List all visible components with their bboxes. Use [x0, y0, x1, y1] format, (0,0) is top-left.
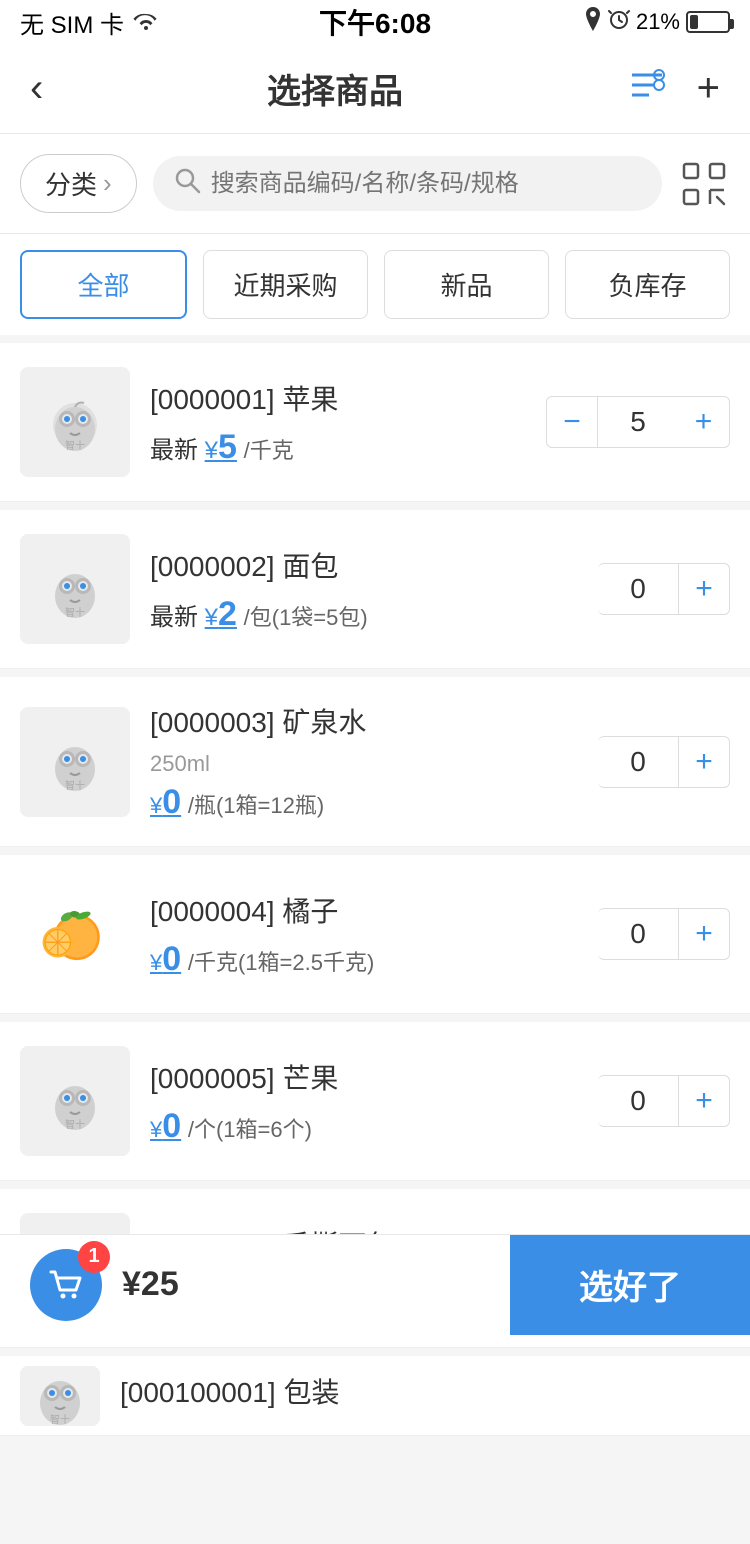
status-bar: 无 SIM 卡 下午6:08 21% [0, 0, 750, 44]
qty-plus-4[interactable]: + [678, 908, 730, 960]
svg-text:智十: 智十 [50, 1413, 70, 1426]
product-thumb-1: 😺 智十 [20, 367, 130, 477]
product-thumb-3: 智十 [20, 707, 130, 817]
qty-input-3[interactable] [598, 736, 678, 788]
product-name-5: [0000005] 芒果 [150, 1057, 578, 1097]
product-info-1: [0000001] 苹果 最新 ¥5 /千克 [150, 378, 526, 467]
svg-text:智十: 智十 [65, 779, 85, 792]
product-item-1: 😺 智十 [0000001] 苹果 最新 ¥5 /千克 [0, 343, 750, 502]
battery-icon [686, 11, 730, 33]
product-item-3: 智十 [0000003] 矿泉水 250ml ¥0 /瓶(1箱=12瓶) + [0, 677, 750, 847]
svg-text:智十: 智十 [65, 1118, 85, 1131]
qty-input-4[interactable] [598, 908, 678, 960]
product-spec-3: 250ml [150, 751, 578, 777]
qty-control-2: + [598, 563, 730, 615]
qty-control-4: + [598, 908, 730, 960]
product-thumb-2: 智十 [20, 534, 130, 644]
filter-tabs: 全部 近期采购 新品 负库存 [0, 234, 750, 343]
nav-bar: ‹ 选择商品 + [0, 44, 750, 134]
search-icon [173, 166, 201, 201]
cart-section: 1 ¥25 [0, 1249, 510, 1321]
battery-percent: 21% [636, 9, 680, 35]
carrier-label: 无 SIM 卡 [20, 5, 124, 40]
qty-plus-1[interactable]: + [678, 396, 730, 448]
qty-control-1: − + [546, 396, 730, 448]
product-item-2: 智十 [0000002] 面包 最新 ¥2 /包(1袋=5包) + [0, 510, 750, 669]
product-price-1: 最新 ¥5 /千克 [150, 428, 526, 467]
product-name-1: [0000001] 苹果 [150, 378, 526, 418]
product-name-3: [0000003] 矿泉水 [150, 701, 578, 741]
qty-control-5: + [598, 1075, 730, 1127]
location-icon [584, 7, 602, 37]
bottom-bar: 1 ¥25 选好了 [0, 1234, 750, 1334]
product-name-7: [000100001] 包装 [120, 1371, 730, 1411]
product-name-2: [0000002] 面包 [150, 545, 578, 585]
product-info-7: [000100001] 包装 [120, 1371, 730, 1421]
tab-all[interactable]: 全部 [20, 250, 187, 319]
cart-icon-wrap[interactable]: 1 [30, 1249, 102, 1321]
svg-text:智十: 智十 [65, 439, 85, 452]
filter-icon[interactable] [627, 65, 667, 112]
category-button[interactable]: 分类 › [20, 154, 137, 213]
search-input[interactable] [211, 170, 642, 198]
confirm-button[interactable]: 选好了 [510, 1235, 750, 1335]
product-info-4: [0000004] 橘子 ¥0 /千克(1箱=2.5千克) [150, 890, 578, 979]
product-item-7: 智十 [000100001] 包装 [0, 1356, 750, 1436]
product-thumb-7: 智十 [20, 1366, 100, 1426]
cart-total: ¥25 [122, 1265, 179, 1304]
search-input-wrap[interactable] [153, 156, 662, 211]
add-icon[interactable]: + [697, 66, 720, 111]
product-info-5: [0000005] 芒果 ¥0 /个(1箱=6个) [150, 1057, 578, 1146]
wifi-icon [132, 8, 160, 37]
product-info-3: [0000003] 矿泉水 250ml ¥0 /瓶(1箱=12瓶) [150, 701, 578, 822]
cart-badge: 1 [78, 1241, 110, 1273]
product-item-4: [0000004] 橘子 ¥0 /千克(1箱=2.5千克) + [0, 855, 750, 1014]
tab-negative[interactable]: 负库存 [565, 250, 730, 319]
product-price-3: ¥0 /瓶(1箱=12瓶) [150, 783, 578, 822]
qty-input-5[interactable] [598, 1075, 678, 1127]
qty-input-2[interactable] [598, 563, 678, 615]
back-button[interactable]: ‹ [30, 66, 43, 111]
status-right: 21% [584, 7, 730, 37]
status-time: 下午6:08 [319, 2, 431, 42]
product-thumb-5: 智十 [20, 1046, 130, 1156]
status-left: 无 SIM 卡 [20, 5, 160, 40]
qty-plus-5[interactable]: + [678, 1075, 730, 1127]
qty-control-3: + [598, 736, 730, 788]
product-thumb-4 [20, 879, 130, 989]
qty-input-1[interactable] [598, 396, 678, 448]
page-title: 选择商品 [267, 64, 403, 113]
tab-new[interactable]: 新品 [384, 250, 549, 319]
product-price-4: ¥0 /千克(1箱=2.5千克) [150, 940, 578, 979]
product-info-2: [0000002] 面包 最新 ¥2 /包(1袋=5包) [150, 545, 578, 634]
product-item-5: 智十 [0000005] 芒果 ¥0 /个(1箱=6个) + [0, 1022, 750, 1181]
qty-plus-3[interactable]: + [678, 736, 730, 788]
qty-minus-1[interactable]: − [546, 396, 598, 448]
nav-actions: + [627, 65, 720, 112]
product-price-2: 最新 ¥2 /包(1袋=5包) [150, 595, 578, 634]
tab-recent[interactable]: 近期采购 [203, 250, 368, 319]
alarm-icon [608, 8, 630, 36]
svg-text:智十: 智十 [65, 606, 85, 619]
scan-icon-wrap[interactable] [678, 158, 730, 210]
product-name-4: [0000004] 橘子 [150, 890, 578, 930]
qty-plus-2[interactable]: + [678, 563, 730, 615]
search-bar: 分类 › [0, 134, 750, 234]
product-price-5: ¥0 /个(1箱=6个) [150, 1107, 578, 1146]
